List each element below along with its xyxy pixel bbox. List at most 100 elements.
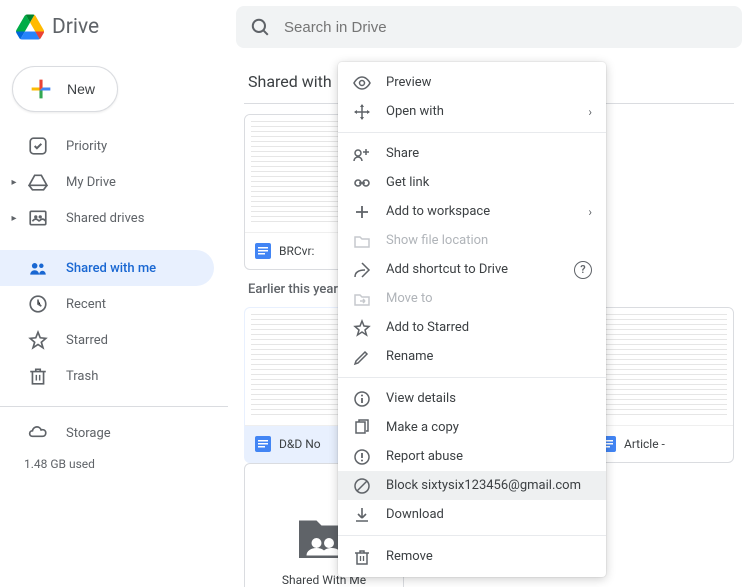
sidebar-item-sharedwithme[interactable]: Shared with me <box>0 250 214 286</box>
recent-icon <box>28 294 48 314</box>
menu-item-label: Add shortcut to Drive <box>386 262 508 277</box>
menu-item-block[interactable]: Block sixtysix123456@gmail.com <box>338 471 606 500</box>
search-icon <box>250 17 270 37</box>
logo-area[interactable]: Drive <box>8 14 236 40</box>
menu-item-label: Make a copy <box>386 420 459 435</box>
sidebar-item-shareddrives[interactable]: ▸ Shared drives <box>0 200 214 236</box>
menu-divider <box>338 377 606 378</box>
menu-item-trash[interactable]: Remove <box>338 542 606 571</box>
share-icon <box>352 144 372 164</box>
sidebar-item-label: My Drive <box>66 175 116 190</box>
sidebar-item-label: Recent <box>66 297 106 312</box>
sidebar-item-storage[interactable]: Storage <box>0 415 214 451</box>
menu-item-label: View details <box>386 391 456 406</box>
file-thumbnail <box>590 308 733 426</box>
menu-item-download[interactable]: Download <box>338 500 606 529</box>
header: Drive <box>0 0 750 54</box>
file-title: BRCvr: <box>279 244 314 258</box>
sidebar-item-starred[interactable]: Starred <box>0 322 214 358</box>
priority-icon <box>28 136 48 156</box>
mydrive-icon <box>28 172 48 192</box>
abuse-icon <box>352 447 372 467</box>
chevron-right-icon: › <box>588 105 592 119</box>
menu-item-shortcut[interactable]: Add shortcut to Drive ? <box>338 255 606 284</box>
sidebar-item-recent[interactable]: Recent <box>0 286 214 322</box>
folder-icon <box>352 231 372 251</box>
plus-icon <box>352 202 372 222</box>
drive-logo-icon <box>16 14 44 40</box>
menu-item-openwith[interactable]: Open with › <box>338 97 606 126</box>
menu-item-label: Remove <box>386 549 433 564</box>
trash-icon <box>28 366 48 386</box>
menu-item-copy[interactable]: Make a copy <box>338 413 606 442</box>
info-icon <box>352 389 372 409</box>
trash-icon <box>352 547 372 567</box>
new-button-label: New <box>67 81 95 97</box>
sidebar-item-label: Trash <box>66 369 98 384</box>
menu-item-plus[interactable]: Add to workspace › <box>338 197 606 226</box>
menu-item-moveto: Move to <box>338 284 606 313</box>
sidebar-item-mydrive[interactable]: ▸ My Drive <box>0 164 214 200</box>
eye-icon <box>352 73 372 93</box>
menu-item-eye[interactable]: Preview <box>338 68 606 97</box>
context-menu: Preview Open with › Share Get link Add t… <box>338 62 606 577</box>
copy-icon <box>352 418 372 438</box>
cloud-icon <box>28 423 48 443</box>
sidebar-item-trash[interactable]: Trash <box>0 358 214 394</box>
search-input[interactable] <box>284 19 728 36</box>
block-icon <box>352 476 372 496</box>
shareddrives-icon <box>28 208 48 228</box>
menu-item-label: Block sixtysix123456@gmail.com <box>386 478 581 493</box>
file-card[interactable]: Article - <box>589 307 734 463</box>
sidebar-item-label: Shared with me <box>66 261 156 276</box>
menu-item-abuse[interactable]: Report abuse <box>338 442 606 471</box>
menu-item-label: Share <box>386 146 419 161</box>
menu-item-folder: Show file location <box>338 226 606 255</box>
menu-item-info[interactable]: View details <box>338 384 606 413</box>
menu-item-rename[interactable]: Rename <box>338 342 606 371</box>
storage-used-text: 1.48 GB used <box>0 451 228 477</box>
menu-item-label: Get link <box>386 175 429 190</box>
menu-item-label: Report abuse <box>386 449 463 464</box>
file-title: Article - <box>624 437 665 451</box>
docs-icon <box>255 436 271 452</box>
rename-icon <box>352 347 372 367</box>
sidebar-item-label: Priority <box>66 139 107 154</box>
sidebar-item-priority[interactable]: Priority <box>0 128 214 164</box>
menu-item-label: Show file location <box>386 233 488 248</box>
menu-divider <box>338 132 606 133</box>
search-bar[interactable] <box>236 6 742 48</box>
new-button[interactable]: New <box>12 66 118 112</box>
help-icon[interactable]: ? <box>574 261 592 279</box>
sidebar-divider <box>0 406 228 407</box>
menu-divider <box>338 535 606 536</box>
menu-item-label: Open with <box>386 104 444 119</box>
star-icon <box>352 318 372 338</box>
sharedwithme-icon <box>28 258 48 278</box>
sidebar-item-label: Starred <box>66 333 108 348</box>
sidebar: New Priority ▸ My Drive ▸ Shared drives … <box>0 54 228 485</box>
menu-item-label: Download <box>386 507 444 522</box>
openwith-icon <box>352 102 372 122</box>
menu-item-label: Move to <box>386 291 433 306</box>
menu-item-label: Add to workspace <box>386 204 490 219</box>
menu-item-share[interactable]: Share <box>338 139 606 168</box>
starred-icon <box>28 330 48 350</box>
sidebar-item-label: Shared drives <box>66 211 144 226</box>
download-icon <box>352 505 372 525</box>
sidebar-item-label: Storage <box>66 426 111 441</box>
shortcut-icon <box>352 260 372 280</box>
menu-item-link[interactable]: Get link <box>338 168 606 197</box>
file-title: D&D No <box>279 437 321 451</box>
menu-item-label: Rename <box>386 349 433 364</box>
menu-item-label: Preview <box>386 75 431 90</box>
moveto-icon <box>352 289 372 309</box>
chevron-right-icon: › <box>588 205 592 219</box>
plus-multicolor-icon <box>27 75 55 103</box>
docs-icon <box>255 243 271 259</box>
expand-caret-icon[interactable]: ▸ <box>8 177 20 188</box>
expand-caret-icon[interactable]: ▸ <box>8 213 20 224</box>
menu-item-star[interactable]: Add to Starred <box>338 313 606 342</box>
menu-item-label: Add to Starred <box>386 320 469 335</box>
link-icon <box>352 173 372 193</box>
